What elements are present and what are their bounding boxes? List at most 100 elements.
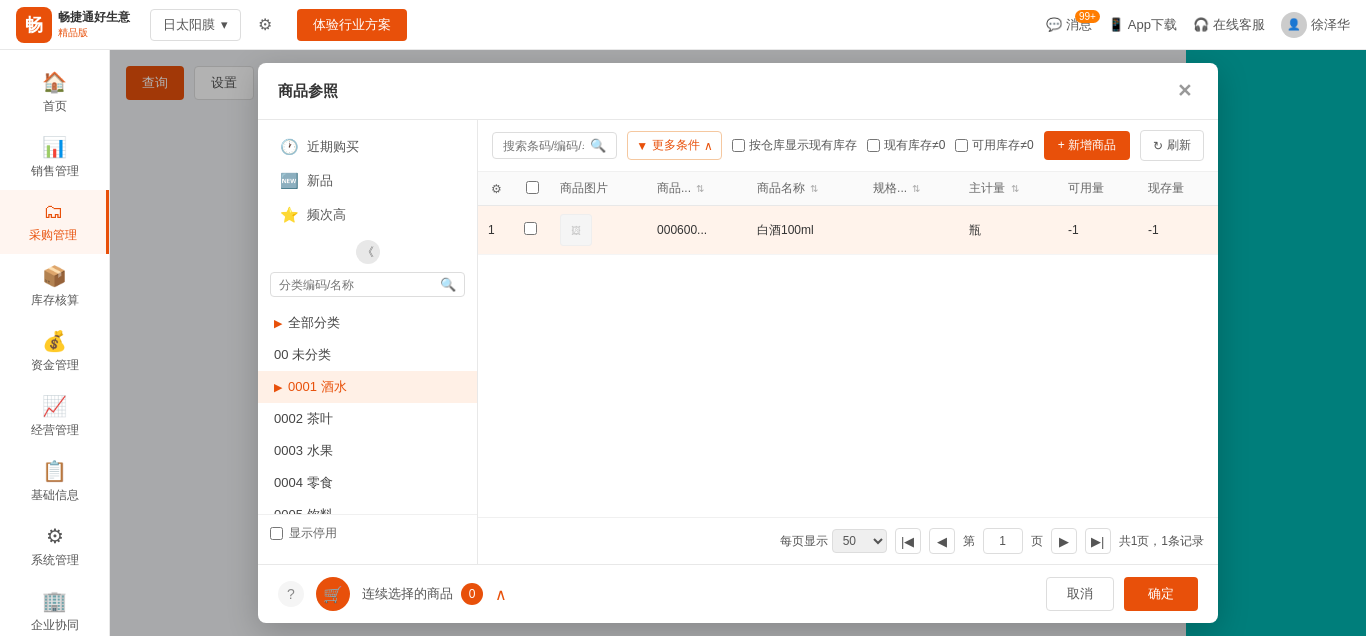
col-image: 商品图片 — [550, 172, 647, 206]
sidebar: 🏠 首页 📊 销售管理 🗂 采购管理 📦 库存核算 💰 资金管理 📈 经营管理 … — [0, 50, 110, 636]
user-menu[interactable]: 👤 徐泽华 — [1281, 12, 1350, 38]
sidebar-item-system[interactable]: ⚙ 系统管理 — [0, 514, 109, 579]
current-stock-checkbox-label[interactable]: 现有库存≠0 — [867, 137, 945, 154]
sidebar-item-operations[interactable]: 📈 经营管理 — [0, 384, 109, 449]
sidebar-item-basic-info[interactable]: 📋 基础信息 — [0, 449, 109, 514]
search-icon[interactable]: 🔍 — [590, 138, 606, 153]
warehouse-stock-checkbox-label[interactable]: 按仓库显示现有库存 — [732, 137, 857, 154]
refresh-icon: ↻ — [1153, 139, 1163, 153]
online-service-button[interactable]: 🎧 在线客服 — [1193, 16, 1265, 34]
product-thumbnail: 🖼 — [560, 214, 592, 246]
show-disabled-row: 显示停用 — [258, 514, 477, 552]
sidebar-item-inventory[interactable]: 📦 库存核算 — [0, 254, 109, 319]
cart-button[interactable]: 🛒 — [316, 577, 350, 611]
navbar-right: 💬 消息 99+ 📱 App下载 🎧 在线客服 👤 徐泽华 — [1046, 12, 1350, 38]
star-icon: ⭐ — [280, 206, 299, 224]
quick-high-frequency[interactable]: ⭐ 频次高 — [270, 200, 465, 230]
settings-gear-icon[interactable]: ⚙ — [491, 182, 502, 196]
available-stock-checkbox[interactable] — [955, 139, 968, 152]
row-unit: 瓶 — [959, 206, 1058, 255]
clock-icon: 🕐 — [280, 138, 299, 156]
modal-body: 🕐 近期购买 🆕 新品 ⭐ 频次高 — [258, 120, 1218, 564]
footer-collapse-button[interactable]: ∧ — [495, 585, 507, 604]
store-dropdown[interactable]: 日太阳膜 ▾ — [150, 9, 241, 41]
inventory-icon: 📦 — [42, 264, 67, 288]
collapse-button[interactable]: 《 — [356, 240, 380, 264]
app-download-button[interactable]: 📱 App下载 — [1108, 16, 1177, 34]
settings-icon[interactable]: ⚙ — [249, 9, 281, 41]
right-panel: 🔍 ▼ 更多条件 ∧ 按仓库显示现有库存 — [478, 120, 1218, 564]
sidebar-item-sales[interactable]: 📊 销售管理 — [0, 125, 109, 190]
warehouse-stock-checkbox[interactable] — [732, 139, 745, 152]
add-product-button[interactable]: + 新增商品 — [1044, 131, 1130, 160]
category-0001[interactable]: ▶ 0001 酒水 — [258, 371, 477, 403]
per-page-select[interactable]: 20 50 100 — [832, 529, 887, 553]
row-code: 000600... — [647, 206, 747, 255]
current-stock-checkbox[interactable] — [867, 139, 880, 152]
first-page-button[interactable]: |◀ — [895, 528, 921, 554]
col-available: 可用量 — [1058, 172, 1138, 206]
modal-footer: ? 🛒 连续选择的商品 0 ∧ 取消 确定 — [258, 564, 1218, 623]
help-button[interactable]: ? — [278, 581, 304, 607]
left-panel: 🕐 近期购买 🆕 新品 ⭐ 频次高 — [258, 120, 478, 564]
main-layout: 🏠 首页 📊 销售管理 🗂 采购管理 📦 库存核算 💰 资金管理 📈 经营管理 … — [0, 50, 1366, 636]
product-search-input[interactable] — [503, 139, 584, 153]
last-page-button[interactable]: ▶| — [1085, 528, 1111, 554]
search-toolbar: 🔍 ▼ 更多条件 ∧ 按仓库显示现有库存 — [478, 120, 1218, 172]
experience-button[interactable]: 体验行业方案 — [297, 9, 407, 41]
category-0002[interactable]: 0002 茶叶 — [258, 403, 477, 435]
sidebar-item-enterprise[interactable]: 🏢 企业协同 — [0, 579, 109, 636]
sidebar-item-home[interactable]: 🏠 首页 — [0, 60, 109, 125]
sidebar-item-finance[interactable]: 💰 资金管理 — [0, 319, 109, 384]
table-row[interactable]: 1 🖼 000600... 白酒100ml 瓶 — [478, 206, 1218, 255]
category-0004[interactable]: 0004 零食 — [258, 467, 477, 499]
col-spec: 规格... ⇅ — [863, 172, 959, 206]
avatar: 👤 — [1281, 12, 1307, 38]
row-checkbox — [514, 206, 550, 255]
logo-icon: 畅 — [16, 7, 52, 43]
product-reference-modal: 商品参照 ✕ 🕐 近期购买 🆕 — [258, 63, 1218, 623]
category-search-box: 🔍 — [270, 272, 465, 297]
category-search-input[interactable] — [279, 278, 434, 292]
more-filters-button[interactable]: ▼ 更多条件 ∧ — [627, 131, 722, 160]
message-icon: 💬 — [1046, 17, 1062, 32]
category-00[interactable]: 00 未分类 — [258, 339, 477, 371]
modal-close-button[interactable]: ✕ — [1170, 77, 1198, 105]
row-available: -1 — [1058, 206, 1138, 255]
cancel-button[interactable]: 取消 — [1046, 577, 1114, 611]
next-page-button[interactable]: ▶ — [1051, 528, 1077, 554]
main-content: 查询 设置 刷新 商品参照 ✕ — [110, 50, 1366, 636]
product-table-container: ⚙ 商品图片 商品... ⇅ 商品名称 ⇅ 规格... ⇅ 主计量 ⇅ 可用量 — [478, 172, 1218, 517]
new-icon: 🆕 — [280, 172, 299, 190]
messages-button[interactable]: 💬 消息 99+ — [1046, 16, 1092, 34]
chevron-down-icon: ▾ — [221, 17, 228, 32]
search-icon[interactable]: 🔍 — [440, 277, 456, 292]
pagination-bar: 每页显示 20 50 100 |◀ ◀ 第 页 — [478, 517, 1218, 564]
sidebar-item-purchase[interactable]: 🗂 采购管理 — [0, 190, 109, 254]
navbar: 畅 畅捷通好生意 精品版 日太阳膜 ▾ ⚙ 体验行业方案 💬 消息 99+ 📱 … — [0, 0, 1366, 50]
row-stock: -1 — [1138, 206, 1218, 255]
refresh-button[interactable]: ↻ 刷新 — [1140, 130, 1204, 161]
col-settings: ⚙ — [478, 172, 514, 206]
prev-page-button[interactable]: ◀ — [929, 528, 955, 554]
page-number-input[interactable] — [983, 528, 1023, 554]
confirm-button[interactable]: 确定 — [1124, 577, 1198, 611]
row-image: 🖼 — [550, 206, 647, 255]
available-stock-checkbox-label[interactable]: 可用库存≠0 — [955, 137, 1033, 154]
select-all-checkbox[interactable] — [526, 181, 539, 194]
product-table: ⚙ 商品图片 商品... ⇅ 商品名称 ⇅ 规格... ⇅ 主计量 ⇅ 可用量 — [478, 172, 1218, 255]
category-0003[interactable]: 0003 水果 — [258, 435, 477, 467]
col-unit: 主计量 ⇅ — [959, 172, 1058, 206]
headset-icon: 🎧 — [1193, 17, 1209, 32]
col-name: 商品名称 ⇅ — [747, 172, 863, 206]
quick-new-product[interactable]: 🆕 新品 — [270, 166, 465, 196]
category-all[interactable]: ▶ 全部分类 — [258, 307, 477, 339]
selected-count-badge: 0 — [461, 583, 483, 605]
row-select-checkbox[interactable] — [524, 222, 537, 235]
category-list: ▶ 全部分类 00 未分类 ▶ 0001 酒水 0002 茶 — [258, 307, 477, 514]
row-num: 1 — [478, 206, 514, 255]
quick-recent-purchase[interactable]: 🕐 近期购买 — [270, 132, 465, 162]
category-0005[interactable]: 0005 饮料 — [258, 499, 477, 514]
col-code: 商品... ⇅ — [647, 172, 747, 206]
show-disabled-checkbox[interactable] — [270, 527, 283, 540]
